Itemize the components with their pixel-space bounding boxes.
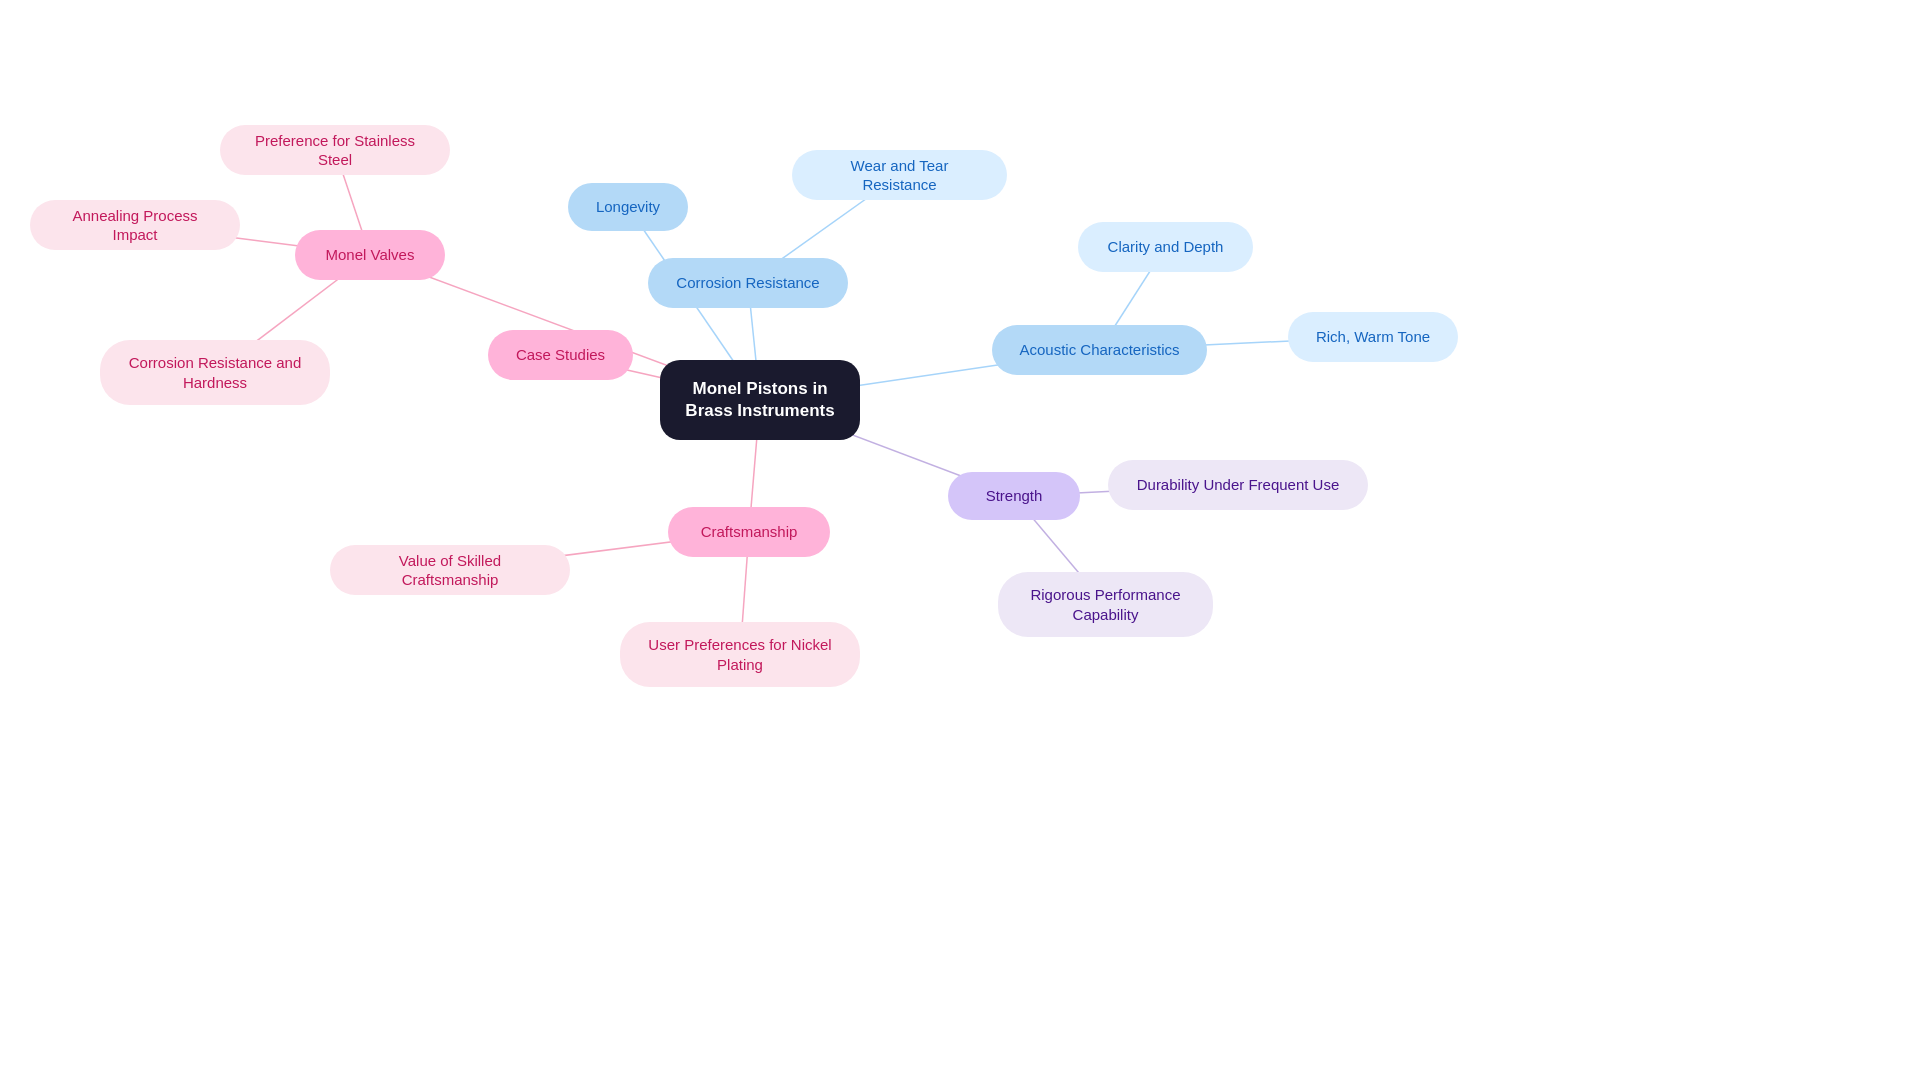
rigorous-node[interactable]: Rigorous Performance Capability — [998, 572, 1213, 637]
strength-node[interactable]: Strength — [948, 472, 1080, 520]
center-node[interactable]: Monel Pistons in Brass Instruments — [660, 360, 860, 440]
value-skilled-node[interactable]: Value of Skilled Craftsmanship — [330, 545, 570, 595]
case-studies-node[interactable]: Case Studies — [488, 330, 633, 380]
user-preferences-node[interactable]: User Preferences for Nickel Plating — [620, 622, 860, 687]
preference-stainless-node[interactable]: Preference for Stainless Steel — [220, 125, 450, 175]
craftsmanship-node[interactable]: Craftsmanship — [668, 507, 830, 557]
longevity-node[interactable]: Longevity — [568, 183, 688, 231]
acoustic-node[interactable]: Acoustic Characteristics — [992, 325, 1207, 375]
clarity-depth-node[interactable]: Clarity and Depth — [1078, 222, 1253, 272]
annealing-node[interactable]: Annealing Process Impact — [30, 200, 240, 250]
rich-warm-tone-node[interactable]: Rich, Warm Tone — [1288, 312, 1458, 362]
corrosion-resistance-node[interactable]: Corrosion Resistance — [648, 258, 848, 308]
durability-node[interactable]: Durability Under Frequent Use — [1108, 460, 1368, 510]
monel-valves-node[interactable]: Monel Valves — [295, 230, 445, 280]
wear-tear-node[interactable]: Wear and Tear Resistance — [792, 150, 1007, 200]
corrosion-hardness-node[interactable]: Corrosion Resistance and Hardness — [100, 340, 330, 405]
